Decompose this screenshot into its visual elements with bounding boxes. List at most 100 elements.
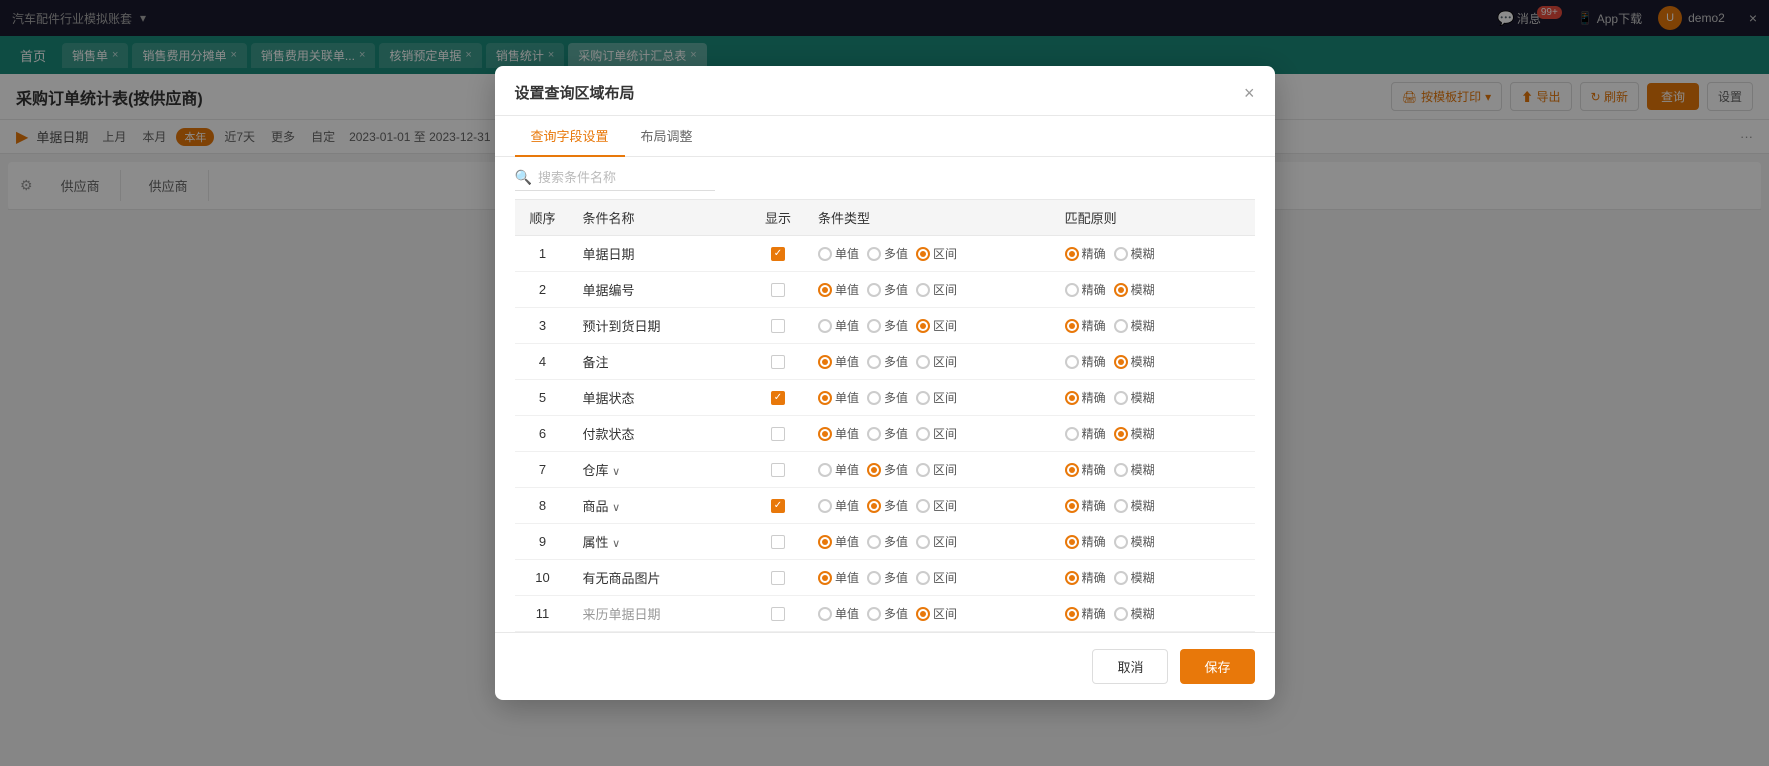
- settings-modal: 设置查询区域布局 × 查询字段设置 布局调整 🔍 顺序: [495, 66, 1275, 700]
- display-checkbox[interactable]: [771, 247, 785, 261]
- type-radio-区间[interactable]: 区间: [916, 569, 957, 586]
- match-radio-模糊[interactable]: 模糊: [1114, 569, 1155, 586]
- display-checkbox[interactable]: [771, 355, 785, 369]
- cell-match: 精确模糊: [1053, 272, 1255, 308]
- match-radio-模糊[interactable]: 模糊: [1114, 461, 1155, 478]
- type-radio-区间[interactable]: 区间: [916, 281, 957, 298]
- tab-layout-adjust[interactable]: 布局调整: [625, 116, 709, 157]
- cell-display: [750, 308, 806, 344]
- match-radio-模糊[interactable]: 模糊: [1114, 353, 1155, 370]
- match-radio-精确[interactable]: 精确: [1065, 281, 1106, 298]
- type-radio-单值[interactable]: 单值: [818, 317, 859, 334]
- match-radio-精确[interactable]: 精确: [1065, 245, 1106, 262]
- match-radio-精确[interactable]: 精确: [1065, 317, 1106, 334]
- display-checkbox[interactable]: [771, 607, 785, 621]
- radio-circle: [818, 463, 832, 477]
- type-radio-多值[interactable]: 多值: [867, 425, 908, 442]
- modal-tab-bar: 查询字段设置 布局调整: [495, 116, 1275, 157]
- cell-name: 来历单据日期: [571, 596, 750, 632]
- type-radio-区间[interactable]: 区间: [916, 461, 957, 478]
- type-radio-区间[interactable]: 区间: [916, 425, 957, 442]
- cancel-button[interactable]: 取消: [1092, 649, 1168, 684]
- type-radio-多值[interactable]: 多值: [867, 353, 908, 370]
- display-checkbox[interactable]: [771, 463, 785, 477]
- type-radio-单值[interactable]: 单值: [818, 605, 859, 622]
- type-radio-区间[interactable]: 区间: [916, 533, 957, 550]
- radio-circle: [1114, 283, 1128, 297]
- cell-name: 付款状态: [571, 416, 750, 452]
- radio-circle: [867, 463, 881, 477]
- type-radio-多值[interactable]: 多值: [867, 569, 908, 586]
- type-radio-单值[interactable]: 单值: [818, 425, 859, 442]
- match-radio-精确[interactable]: 精确: [1065, 461, 1106, 478]
- save-button[interactable]: 保存: [1180, 649, 1254, 684]
- match-radio-精确[interactable]: 精确: [1065, 389, 1106, 406]
- match-radio-精确[interactable]: 精确: [1065, 533, 1106, 550]
- type-radio-区间[interactable]: 区间: [916, 389, 957, 406]
- match-radio-模糊[interactable]: 模糊: [1114, 281, 1155, 298]
- type-radio-单值[interactable]: 单值: [818, 389, 859, 406]
- radio-circle: [1114, 607, 1128, 621]
- expand-icon[interactable]: ∨: [612, 538, 620, 550]
- match-radio-模糊[interactable]: 模糊: [1114, 533, 1155, 550]
- display-checkbox[interactable]: [771, 427, 785, 441]
- type-radio-单值[interactable]: 单值: [818, 281, 859, 298]
- radio-circle: [916, 607, 930, 621]
- type-radio-单值[interactable]: 单值: [818, 245, 859, 262]
- match-radio-模糊[interactable]: 模糊: [1114, 317, 1155, 334]
- type-radio-多值[interactable]: 多值: [867, 497, 908, 514]
- modal-close-button[interactable]: ×: [1244, 84, 1255, 102]
- radio-circle: [1114, 319, 1128, 333]
- type-radio-区间[interactable]: 区间: [916, 605, 957, 622]
- display-checkbox[interactable]: [771, 391, 785, 405]
- match-radio-模糊[interactable]: 模糊: [1114, 425, 1155, 442]
- tab-query-fields[interactable]: 查询字段设置: [515, 116, 625, 157]
- cell-display: [750, 272, 806, 308]
- radio-circle: [916, 391, 930, 405]
- type-radio-单值[interactable]: 单值: [818, 353, 859, 370]
- type-radio-单值[interactable]: 单值: [818, 533, 859, 550]
- display-checkbox[interactable]: [771, 283, 785, 297]
- display-checkbox[interactable]: [771, 535, 785, 549]
- cell-name: 预计到货日期: [571, 308, 750, 344]
- type-radio-区间[interactable]: 区间: [916, 353, 957, 370]
- display-checkbox[interactable]: [771, 571, 785, 585]
- cell-order: 7: [515, 452, 571, 488]
- match-radio-精确[interactable]: 精确: [1065, 353, 1106, 370]
- search-input[interactable]: [538, 170, 698, 185]
- table-row: 6付款状态单值多值区间精确模糊: [515, 416, 1255, 452]
- type-radio-单值[interactable]: 单值: [818, 461, 859, 478]
- type-radio-多值[interactable]: 多值: [867, 317, 908, 334]
- match-radio-精确[interactable]: 精确: [1065, 605, 1106, 622]
- radio-circle: [867, 355, 881, 369]
- type-radio-区间[interactable]: 区间: [916, 245, 957, 262]
- type-radio-单值[interactable]: 单值: [818, 497, 859, 514]
- radio-circle: [916, 283, 930, 297]
- type-radio-多值[interactable]: 多值: [867, 461, 908, 478]
- match-radio-模糊[interactable]: 模糊: [1114, 245, 1155, 262]
- display-checkbox[interactable]: [771, 319, 785, 333]
- type-radio-区间[interactable]: 区间: [916, 317, 957, 334]
- match-radio-模糊[interactable]: 模糊: [1114, 389, 1155, 406]
- type-radio-多值[interactable]: 多值: [867, 281, 908, 298]
- expand-icon[interactable]: ∨: [612, 502, 620, 514]
- type-radio-多值[interactable]: 多值: [867, 533, 908, 550]
- radio-circle: [818, 319, 832, 333]
- radio-circle: [1114, 355, 1128, 369]
- type-radio-区间[interactable]: 区间: [916, 497, 957, 514]
- expand-icon[interactable]: ∨: [612, 466, 620, 478]
- cell-match: 精确模糊: [1053, 344, 1255, 380]
- table-row: 10有无商品图片单值多值区间精确模糊: [515, 560, 1255, 596]
- cell-name: 单据状态: [571, 380, 750, 416]
- type-radio-多值[interactable]: 多值: [867, 245, 908, 262]
- match-radio-精确[interactable]: 精确: [1065, 425, 1106, 442]
- type-radio-单值[interactable]: 单值: [818, 569, 859, 586]
- match-radio-精确[interactable]: 精确: [1065, 569, 1106, 586]
- type-radio-多值[interactable]: 多值: [867, 605, 908, 622]
- cell-match: 精确模糊: [1053, 452, 1255, 488]
- match-radio-模糊[interactable]: 模糊: [1114, 497, 1155, 514]
- display-checkbox[interactable]: [771, 499, 785, 513]
- match-radio-模糊[interactable]: 模糊: [1114, 605, 1155, 622]
- match-radio-精确[interactable]: 精确: [1065, 497, 1106, 514]
- type-radio-多值[interactable]: 多值: [867, 389, 908, 406]
